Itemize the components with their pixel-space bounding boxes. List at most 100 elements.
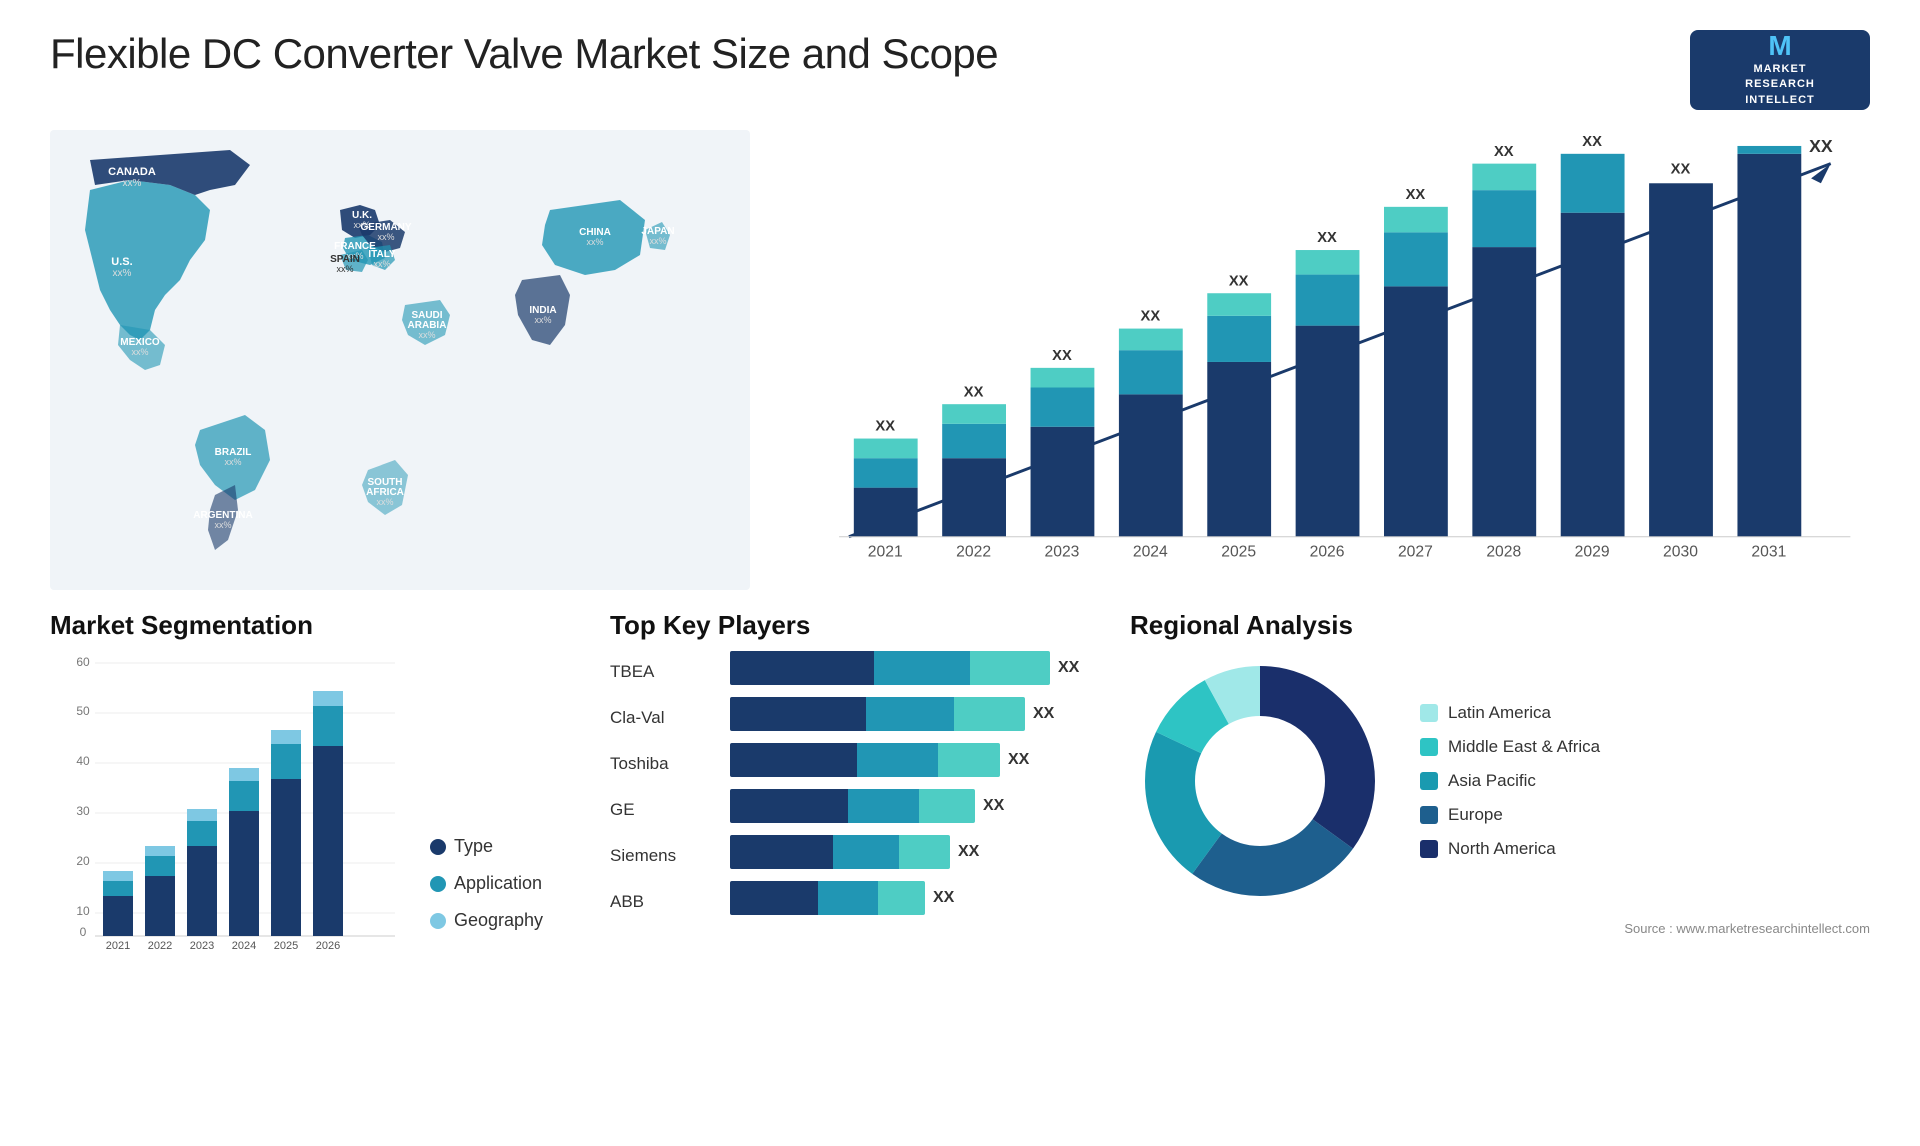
bar-2025-dark xyxy=(1207,362,1271,537)
donut-chart xyxy=(1130,651,1390,911)
seg-inner: 60 50 40 30 20 10 0 xyxy=(50,651,590,951)
year-2030: 2030 xyxy=(1663,543,1698,560)
bar-2025-mid xyxy=(1207,316,1271,362)
siemens-value: XX xyxy=(958,843,979,861)
bar-2022-light xyxy=(942,404,1006,424)
val-2021: XX xyxy=(875,419,895,435)
legend-type: Type xyxy=(430,836,590,857)
logo: M MARKETRESEARCHINTELLECT xyxy=(1690,30,1870,110)
bar-2021-light xyxy=(854,439,918,459)
reg-legend-latam: Latin America xyxy=(1420,703,1600,723)
year-2026: 2026 xyxy=(1310,543,1345,560)
seg-year-2022: 2022 xyxy=(148,940,172,951)
bar-abb-mid xyxy=(818,881,878,915)
seg-chart: 60 50 40 30 20 10 0 xyxy=(50,651,410,951)
bar-2026-light xyxy=(1296,250,1360,275)
regional-title: Regional Analysis xyxy=(1130,610,1870,641)
seg-bar-2025-type xyxy=(271,779,301,936)
player-row-siemens: XX xyxy=(730,835,1110,869)
us-value: xx% xyxy=(113,268,132,279)
regional-inner: Latin America Middle East & Africa Asia … xyxy=(1130,651,1870,911)
bar-2027-light xyxy=(1384,207,1448,233)
year-2024: 2024 xyxy=(1133,543,1168,560)
year-2022: 2022 xyxy=(956,543,991,560)
japan-value: xx% xyxy=(649,236,666,246)
bar-tbea-light xyxy=(970,651,1050,685)
bar-2029-dark xyxy=(1561,213,1625,537)
main-content: CANADA xx% U.S. xx% MEXICO xx% BRAZIL xx… xyxy=(50,130,1870,590)
bar-2026-mid xyxy=(1296,275,1360,326)
bar-2029-mid xyxy=(1561,154,1625,213)
seg-bar-2022-geo xyxy=(145,846,175,856)
y-10: 10 xyxy=(76,904,90,918)
val-2031: XX xyxy=(1809,136,1833,156)
reg-label-northam: North America xyxy=(1448,839,1556,859)
reg-legend-mea: Middle East & Africa xyxy=(1420,737,1600,757)
seg-bar-2021-geo xyxy=(103,871,133,881)
bar-abb xyxy=(730,881,925,915)
bar-toshiba-dark xyxy=(730,743,857,777)
y-60: 60 xyxy=(76,655,90,669)
canada-value: xx% xyxy=(123,178,142,189)
saudi-value: xx% xyxy=(418,330,435,340)
reg-legend-asia: Asia Pacific xyxy=(1420,771,1600,791)
bar-claval-mid xyxy=(866,697,955,731)
bar-toshiba xyxy=(730,743,1000,777)
seg-bar-2025-geo xyxy=(271,730,301,744)
reg-legend-europe: Europe xyxy=(1420,805,1600,825)
bar-toshiba-mid xyxy=(857,743,938,777)
val-2026: XX xyxy=(1317,230,1337,246)
val-2023: XX xyxy=(1052,348,1072,364)
year-2025: 2025 xyxy=(1221,543,1256,560)
bar-2027-mid xyxy=(1384,232,1448,286)
legend-application: Application xyxy=(430,873,590,894)
bottom-row: Market Segmentation 60 50 40 30 20 10 0 xyxy=(50,610,1870,990)
seg-title: Market Segmentation xyxy=(50,610,590,641)
canada-label: CANADA xyxy=(108,166,156,178)
y-20: 20 xyxy=(76,854,90,868)
bar-2031-dark xyxy=(1737,154,1801,537)
reg-label-asia: Asia Pacific xyxy=(1448,771,1536,791)
italy-value: xx% xyxy=(373,259,390,269)
seg-year-2025: 2025 xyxy=(274,940,298,951)
players-section: Top Key Players TBEA Cla-Val Toshiba GE … xyxy=(610,610,1110,990)
claval-value: XX xyxy=(1033,705,1054,723)
bar-tbea xyxy=(730,651,1050,685)
bar-2023-mid xyxy=(1031,387,1095,426)
bar-abb-dark xyxy=(730,881,818,915)
brazil-value: xx% xyxy=(224,457,241,467)
reg-label-europe: Europe xyxy=(1448,805,1503,825)
val-2025: XX xyxy=(1229,273,1249,289)
mexico-value: xx% xyxy=(131,347,148,357)
bar-2022-dark xyxy=(942,458,1006,537)
toshiba-value: XX xyxy=(1008,751,1029,769)
bar-2027-dark xyxy=(1384,286,1448,536)
val-2030: XX xyxy=(1671,161,1691,177)
legend-type-label: Type xyxy=(454,836,493,857)
reg-label-latam: Latin America xyxy=(1448,703,1551,723)
bar-2021-mid xyxy=(854,458,918,487)
bar-siemens-mid xyxy=(833,835,899,869)
bar-tbea-mid xyxy=(874,651,970,685)
map-section: CANADA xx% U.S. xx% MEXICO xx% BRAZIL xx… xyxy=(50,130,750,590)
year-2029: 2029 xyxy=(1575,543,1610,560)
regional-section: Regional Analysis xyxy=(1130,610,1870,990)
player-ge: GE xyxy=(610,793,710,827)
player-row-ge: XX xyxy=(730,789,1110,823)
player-row-toshiba: XX xyxy=(730,743,1110,777)
player-abb: ABB xyxy=(610,885,710,919)
germany-value: xx% xyxy=(377,232,394,242)
bar-ge-dark xyxy=(730,789,848,823)
logo-text: MARKETRESEARCHINTELLECT xyxy=(1745,62,1815,108)
legend-app-dot xyxy=(430,876,446,892)
bar-ge-light xyxy=(919,789,975,823)
bar-2026-dark xyxy=(1296,326,1360,537)
legend-geo-label: Geography xyxy=(454,910,543,931)
y-30: 30 xyxy=(76,804,90,818)
bar-toshiba-light xyxy=(938,743,1000,777)
seg-legend: Type Application Geography xyxy=(430,836,590,951)
reg-dot-europe xyxy=(1420,806,1438,824)
legend-type-dot xyxy=(430,839,446,855)
bar-2024-light xyxy=(1119,329,1183,351)
seg-year-2026: 2026 xyxy=(316,940,340,951)
